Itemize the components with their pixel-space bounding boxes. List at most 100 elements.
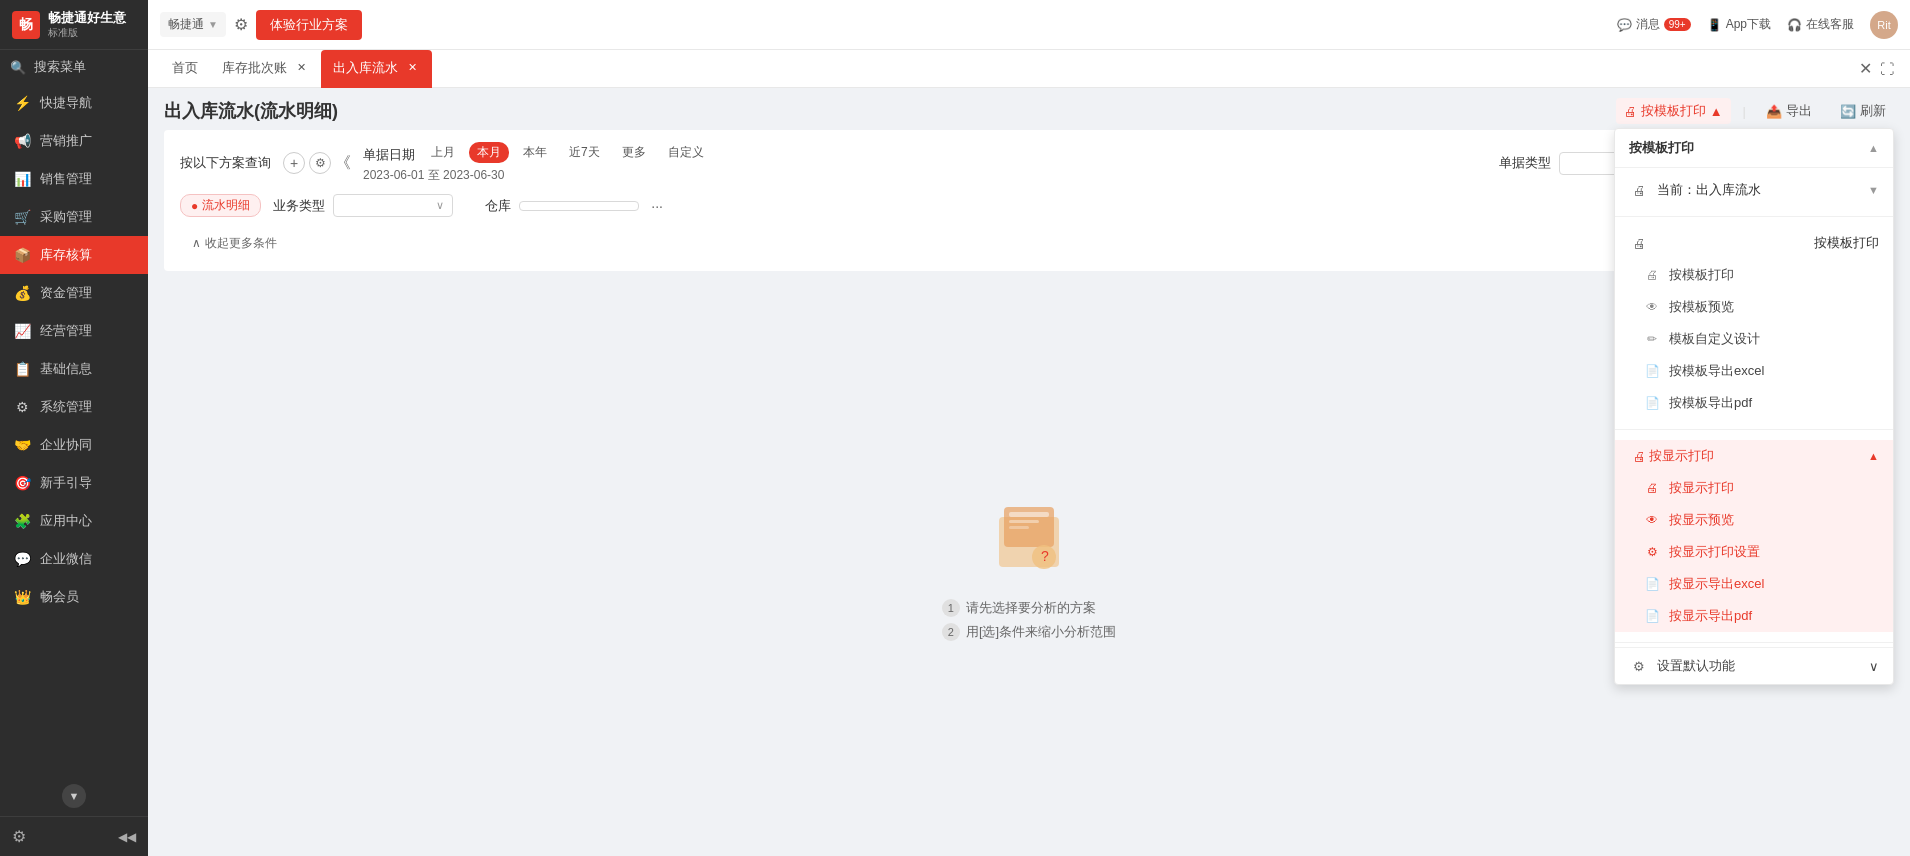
filter-collapse-icon[interactable]: 《 xyxy=(335,153,351,174)
sidebar-item-marketing[interactable]: 📢 营销推广 xyxy=(0,122,148,160)
display-print-item[interactable]: 🖨 按显示打印 xyxy=(1615,472,1893,504)
filter-setting-button[interactable]: ⚙ xyxy=(309,152,331,174)
flow-type-tag[interactable]: ● 流水明细 xyxy=(180,194,261,217)
template-preview-item[interactable]: 👁 按模板预览 xyxy=(1615,291,1893,323)
dropdown-up-arrow[interactable]: ▲ xyxy=(1868,142,1879,154)
template-print-section-header: 🖨 按模板打印 xyxy=(1615,227,1893,259)
topbar-gear-icon[interactable]: ⚙ xyxy=(234,15,248,34)
display-settings-item[interactable]: ⚙ 按显示打印设置 xyxy=(1615,536,1893,568)
corp-icon: 🤝 xyxy=(12,437,32,453)
date-option-custom[interactable]: 自定义 xyxy=(660,142,712,163)
sidebar-item-corp[interactable]: 🤝 企业协同 xyxy=(0,426,148,464)
warehouse-more-button[interactable]: ··· xyxy=(647,198,667,214)
dp-divider-3 xyxy=(1615,642,1893,643)
collapse-sidebar-button[interactable]: ◀◀ xyxy=(118,830,136,844)
settings-icon[interactable]: ⚙ xyxy=(12,827,26,846)
template-custom-item[interactable]: ✏ 模板自定义设计 xyxy=(1615,323,1893,355)
user-area[interactable]: 畅捷通 ▼ xyxy=(160,12,226,37)
date-option-last-month[interactable]: 上月 xyxy=(423,142,463,163)
tab-bar-expand-button[interactable]: ⛶ xyxy=(1876,57,1898,81)
filter-add-button[interactable]: + xyxy=(283,152,305,174)
service-label: 在线客服 xyxy=(1806,16,1854,33)
print-template-label: 按模板打印 xyxy=(1641,102,1706,120)
display-print-icon: 🖨 xyxy=(1643,479,1661,497)
quicknav-icon: ⚡ xyxy=(12,95,32,111)
sidebar-item-label: 销售管理 xyxy=(40,170,92,188)
sidebar-search[interactable]: 🔍 搜索菜单 xyxy=(0,50,148,84)
template-excel-item[interactable]: 📄 按模板导出excel xyxy=(1615,355,1893,387)
apps-icon: 🧩 xyxy=(12,513,32,529)
sidebar: 畅 畅捷通好生意 标准版 🔍 搜索菜单 ⚡ 快捷导航 📢 营销推广 📊 销售管理… xyxy=(0,0,148,856)
display-settings-label: 按显示打印设置 xyxy=(1669,543,1760,561)
sidebar-item-apps[interactable]: 🧩 应用中心 xyxy=(0,502,148,540)
app-icon: 📱 xyxy=(1707,18,1722,32)
date-option-7days[interactable]: 近7天 xyxy=(561,142,608,163)
display-preview-item[interactable]: 👁 按显示预览 xyxy=(1615,504,1893,536)
sidebar-item-label: 营销推广 xyxy=(40,132,92,150)
sidebar-item-inventory[interactable]: 📦 库存核算 xyxy=(0,236,148,274)
template-section-label: 按模板打印 xyxy=(1814,234,1879,252)
scroll-down-button[interactable]: ▼ xyxy=(62,784,86,808)
svg-rect-3 xyxy=(1009,520,1039,523)
date-option-this-month[interactable]: 本月 xyxy=(469,142,509,163)
current-arrow: ▼ xyxy=(1868,184,1879,196)
sidebar-item-label: 应用中心 xyxy=(40,512,92,530)
tab-bar-close-button[interactable]: ✕ xyxy=(1855,55,1876,82)
tab-home[interactable]: 首页 xyxy=(160,50,210,88)
guide-icon: 🎯 xyxy=(12,475,32,491)
user-avatar[interactable]: Rit xyxy=(1870,11,1898,39)
set-default-button[interactable]: ⚙ 设置默认功能 ∨ xyxy=(1615,647,1893,684)
date-option-more[interactable]: 更多 xyxy=(614,142,654,163)
template-print-icon: 🖨 xyxy=(1643,266,1661,284)
search-icon: 🔍 xyxy=(10,60,26,75)
export-label: 导出 xyxy=(1786,102,1812,120)
dropdown-current-item[interactable]: 🖨 当前：出入库流水 ▼ xyxy=(1615,174,1893,206)
warehouse-select[interactable] xyxy=(519,201,639,211)
dropdown-header: 按模板打印 ▲ xyxy=(1615,129,1893,168)
sidebar-item-sales[interactable]: 📊 销售管理 xyxy=(0,160,148,198)
sidebar-item-member[interactable]: 👑 畅会员 xyxy=(0,578,148,616)
date-range-display: 2023-06-01 至 2023-06-30 xyxy=(363,167,1487,184)
template-excel-icon: 📄 xyxy=(1643,362,1661,380)
online-service-button[interactable]: 🎧 在线客服 xyxy=(1787,16,1854,33)
system-icon: ⚙ xyxy=(12,399,32,415)
empty-illustration: ? xyxy=(979,487,1079,587)
display-excel-item[interactable]: 📄 按显示导出excel xyxy=(1615,568,1893,600)
tab-flow-close[interactable]: ✕ xyxy=(404,60,420,76)
print-template-button[interactable]: 🖨 按模板打印 ▲ xyxy=(1616,98,1731,124)
sidebar-item-label: 采购管理 xyxy=(40,208,92,226)
tab-flow[interactable]: 出入库流水 ✕ xyxy=(321,50,432,88)
sidebar-item-basic[interactable]: 📋 基础信息 xyxy=(0,350,148,388)
app-download-button[interactable]: 📱 App下载 xyxy=(1707,16,1771,33)
marketing-icon: 📢 xyxy=(12,133,32,149)
sidebar-item-quicknav[interactable]: ⚡ 快捷导航 xyxy=(0,84,148,122)
sidebar-item-wechat[interactable]: 💬 企业微信 xyxy=(0,540,148,578)
tab-batch[interactable]: 库存批次账 ✕ xyxy=(210,50,321,88)
refresh-button[interactable]: 🔄 刷新 xyxy=(1832,98,1894,124)
template-print-item[interactable]: 🖨 按模板打印 xyxy=(1615,259,1893,291)
export-button[interactable]: 📤 导出 xyxy=(1758,98,1820,124)
tip-1-label: 请先选择要分析的方案 xyxy=(966,599,1096,617)
collapse-button[interactable]: ∧ 收起更多条件 xyxy=(180,227,289,259)
date-option-this-year[interactable]: 本年 xyxy=(515,142,555,163)
message-button[interactable]: 💬 消息 99+ xyxy=(1617,16,1691,33)
print-icon: 🖨 xyxy=(1624,104,1637,119)
sidebar-item-finance[interactable]: 💰 资金管理 xyxy=(0,274,148,312)
sidebar-item-label: 新手引导 xyxy=(40,474,92,492)
display-print-section-header[interactable]: 🖨 按显示打印 ▲ xyxy=(1615,440,1893,472)
tab-home-label: 首页 xyxy=(172,59,198,77)
dp-footer-left: ⚙ 设置默认功能 xyxy=(1629,656,1735,676)
sidebar-item-label: 快捷导航 xyxy=(40,94,92,112)
industry-solution-button[interactable]: 体验行业方案 xyxy=(256,10,362,40)
business-type-select[interactable]: ∨ xyxy=(333,194,453,217)
tab-batch-close[interactable]: ✕ xyxy=(293,60,309,76)
sidebar-logo: 畅 畅捷通好生意 标准版 xyxy=(0,0,148,50)
display-pdf-item[interactable]: 📄 按显示导出pdf xyxy=(1615,600,1893,632)
warehouse-filter: 仓库 ··· xyxy=(485,197,667,215)
current-icon: 🖨 xyxy=(1629,180,1649,200)
sidebar-item-purchase[interactable]: 🛒 采购管理 xyxy=(0,198,148,236)
sidebar-item-operations[interactable]: 📈 经营管理 xyxy=(0,312,148,350)
sidebar-item-system[interactable]: ⚙ 系统管理 xyxy=(0,388,148,426)
sidebar-item-guide[interactable]: 🎯 新手引导 xyxy=(0,464,148,502)
template-pdf-item[interactable]: 📄 按模板导出pdf xyxy=(1615,387,1893,419)
